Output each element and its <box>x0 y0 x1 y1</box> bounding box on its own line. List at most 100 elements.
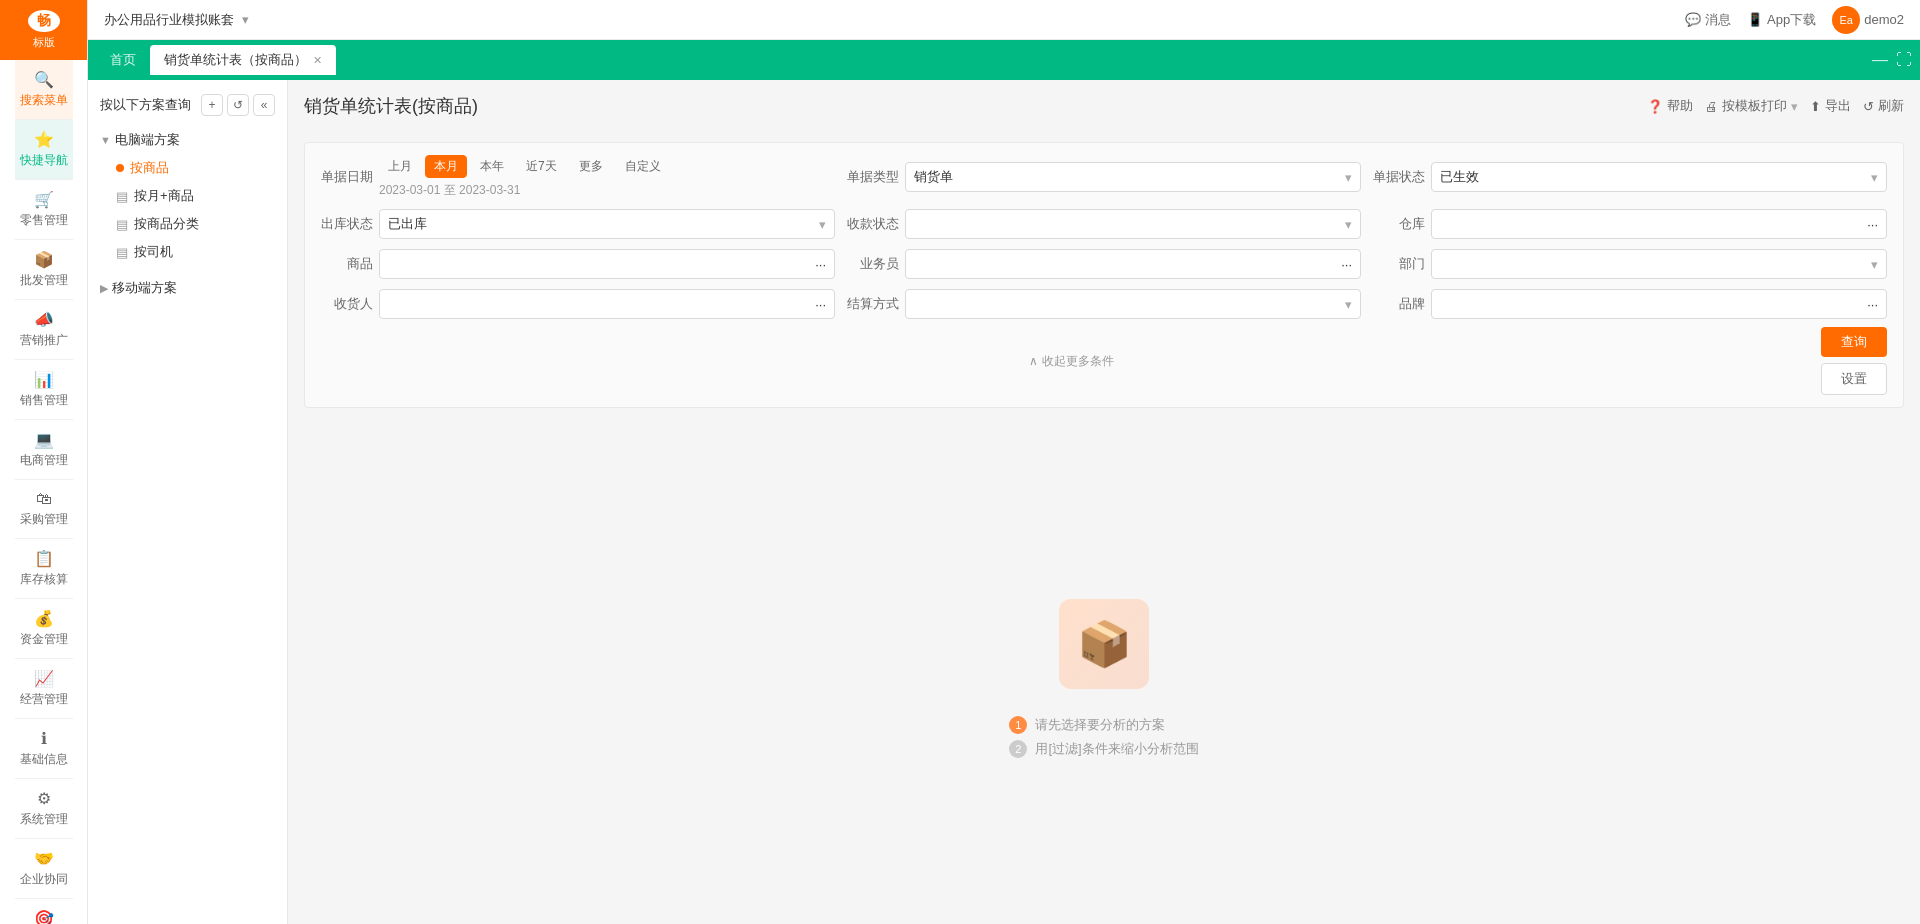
date-pill-7days[interactable]: 近7天 <box>517 155 566 178</box>
app-download-label: App下载 <box>1767 11 1816 29</box>
sidebar-item-ecommerce[interactable]: 💻电商管理 <box>15 420 73 480</box>
tree-item-by-cashier[interactable]: ▤ 按司机 <box>88 238 287 266</box>
help-btn[interactable]: ❓ 帮助 <box>1647 97 1693 115</box>
tab-close-icon[interactable]: ✕ <box>313 54 322 67</box>
tree-pc-header[interactable]: ▼ 电脑端方案 <box>88 126 287 154</box>
sidebar-item-basicinfo[interactable]: ℹ基础信息 <box>15 719 73 779</box>
receiptstatus-filter-item: 收款状态 ▾ <box>847 209 1361 239</box>
sidebar-icon-finance: 💰 <box>34 609 54 628</box>
tree-dot-icon <box>116 164 124 172</box>
settlement-filter-item: 结算方式 ▾ <box>847 289 1361 319</box>
template-print-label: 按模板打印 <box>1722 97 1787 115</box>
step-num-2: 2 <box>1009 740 1027 758</box>
sidebar-label-quicknav: 快捷导航 <box>20 152 68 169</box>
brand-control[interactable]: ··· <box>1431 289 1887 319</box>
sidebar-item-inventory[interactable]: 📋库存核算 <box>15 539 73 599</box>
tab-maximize-icon[interactable]: ⛶ <box>1896 51 1912 69</box>
empty-state-icon: 📦 <box>1059 599 1149 689</box>
date-pill-custom[interactable]: 自定义 <box>616 155 670 178</box>
tab-home[interactable]: 首页 <box>96 45 150 75</box>
docstatus-chevron-icon: ▾ <box>1871 170 1878 185</box>
tree-mobile-label: 移动端方案 <box>112 279 177 297</box>
tree-refresh-btn[interactable]: ↺ <box>227 94 249 116</box>
refresh-icon: ↺ <box>1863 99 1874 114</box>
sidebar-item-newbie[interactable]: 🎯新手引导 <box>15 899 73 924</box>
sidebar-label-system: 系统管理 <box>20 811 68 828</box>
sidebar-item-finance[interactable]: 💰资金管理 <box>15 599 73 659</box>
sidebar-icon-retail: 🛒 <box>34 190 54 209</box>
dept-filter-item: 部门 ▾ <box>1373 249 1887 279</box>
filter-row-2: 出库状态 已出库 ▾ 收款状态 ▾ <box>321 209 1887 239</box>
filter-row-4: 收货人 ··· 结算方式 ▾ <box>321 289 1887 319</box>
recipient-dots-icon: ··· <box>815 297 826 312</box>
settlement-chevron-icon: ▾ <box>1345 297 1352 312</box>
tree-item-by-product[interactable]: 按商品 <box>88 154 287 182</box>
refresh-btn[interactable]: ↺ 刷新 <box>1863 97 1904 115</box>
sidebar-icon-newbie: 🎯 <box>34 909 54 924</box>
sidebar-icon-marketing: 📣 <box>34 310 54 329</box>
date-pill-this-year[interactable]: 本年 <box>471 155 513 178</box>
recipient-control[interactable]: ··· <box>379 289 835 319</box>
product-control[interactable]: ··· <box>379 249 835 279</box>
user-area[interactable]: Ea demo2 <box>1832 6 1904 34</box>
tree-item-by-category[interactable]: ▤ 按商品分类 <box>88 210 287 238</box>
sidebar-item-wholesale[interactable]: 📦批发管理 <box>15 240 73 300</box>
collapse-btn[interactable]: ∧ 收起更多条件 <box>1029 353 1114 370</box>
tree-add-btn[interactable]: + <box>201 94 223 116</box>
tree-mobile-header[interactable]: ▶ 移动端方案 <box>88 274 287 302</box>
empty-step1-label: 请先选择要分析的方案 <box>1035 716 1165 734</box>
sidebar-item-quicknav[interactable]: ⭐快捷导航 <box>15 120 73 180</box>
help-icon: ❓ <box>1647 99 1663 114</box>
doctype-control[interactable]: 销货单 ▾ <box>905 162 1361 192</box>
tab-minimize-icon[interactable]: — <box>1872 51 1888 69</box>
date-pill-this-month[interactable]: 本月 <box>425 155 467 178</box>
settlement-control[interactable]: ▾ <box>905 289 1361 319</box>
staff-filter-item: 业务员 ··· <box>847 249 1361 279</box>
settings-btn[interactable]: 设置 <box>1821 363 1887 395</box>
date-pill-more[interactable]: 更多 <box>570 155 612 178</box>
warehouse-control[interactable]: ··· <box>1431 209 1887 239</box>
tree-section-pc: ▼ 电脑端方案 按商品 ▤ 按月+商品 ▤ 按商品分类 ▤ 按司机 <box>88 122 287 270</box>
empty-step2-label: 用[过滤]条件来缩小分析范围 <box>1035 740 1198 758</box>
receiptstatus-label: 收款状态 <box>847 215 899 233</box>
tree-pc-label: 电脑端方案 <box>115 131 180 149</box>
sidebar-item-purchase[interactable]: 🛍采购管理 <box>15 480 73 539</box>
avatar: Ea <box>1832 6 1860 34</box>
workspace-dropdown-icon[interactable]: ▾ <box>242 12 249 27</box>
sidebar-label-ecommerce: 电商管理 <box>20 452 68 469</box>
query-btn[interactable]: 查询 <box>1821 327 1887 357</box>
collapse-up-icon: ∧ <box>1029 354 1038 368</box>
app-download-btn[interactable]: 📱 App下载 <box>1747 11 1816 29</box>
left-panel: 按以下方案查询 + ↺ « ▼ 电脑端方案 按商品 ▤ 按月+商 <box>88 80 288 924</box>
date-pill-last-month[interactable]: 上月 <box>379 155 421 178</box>
outstatus-control[interactable]: 已出库 ▾ <box>379 209 835 239</box>
recipient-label: 收货人 <box>321 295 373 313</box>
sidebar-item-search[interactable]: 🔍搜索菜单 <box>15 60 73 120</box>
export-btn[interactable]: ⬆ 导出 <box>1810 97 1851 115</box>
sidebar-item-system[interactable]: ⚙系统管理 <box>15 779 73 839</box>
outstatus-filter-item: 出库状态 已出库 ▾ <box>321 209 835 239</box>
tree-grid-icon: ▤ <box>116 189 128 204</box>
warehouse-dots-icon: ··· <box>1867 217 1878 232</box>
outstatus-chevron-icon: ▾ <box>819 217 826 232</box>
sidebar: 畅 标版 🔍搜索菜单⭐快捷导航🛒零售管理📦批发管理📣营销推广📊销售管理💻电商管理… <box>0 0 88 924</box>
dept-control[interactable]: ▾ <box>1431 249 1887 279</box>
sidebar-item-retail[interactable]: 🛒零售管理 <box>15 180 73 240</box>
sidebar-item-enterprise[interactable]: 🤝企业协同 <box>15 839 73 899</box>
tab-sales-stat[interactable]: 销货单统计表（按商品） ✕ <box>150 45 336 75</box>
export-label: 导出 <box>1825 97 1851 115</box>
app-name: 标版 <box>33 35 55 50</box>
recipient-filter-item: 收货人 ··· <box>321 289 835 319</box>
tree-item-by-category-label: 按商品分类 <box>134 215 199 233</box>
tree-item-by-month-product[interactable]: ▤ 按月+商品 <box>88 182 287 210</box>
sidebar-item-operations[interactable]: 📈经营管理 <box>15 659 73 719</box>
message-btn[interactable]: 💬 消息 <box>1685 11 1731 29</box>
sidebar-item-marketing[interactable]: 📣 营销推广 <box>15 300 73 360</box>
docstatus-control[interactable]: 已生效 ▾ <box>1431 162 1887 192</box>
sidebar-item-sales[interactable]: 📊销售管理 <box>15 360 73 420</box>
sidebar-label-marketing: 营销推广 <box>20 332 68 349</box>
receiptstatus-control[interactable]: ▾ <box>905 209 1361 239</box>
template-print-btn[interactable]: 🖨 按模板打印 ▾ <box>1705 97 1798 115</box>
tree-collapse-btn[interactable]: « <box>253 94 275 116</box>
staff-control[interactable]: ··· <box>905 249 1361 279</box>
